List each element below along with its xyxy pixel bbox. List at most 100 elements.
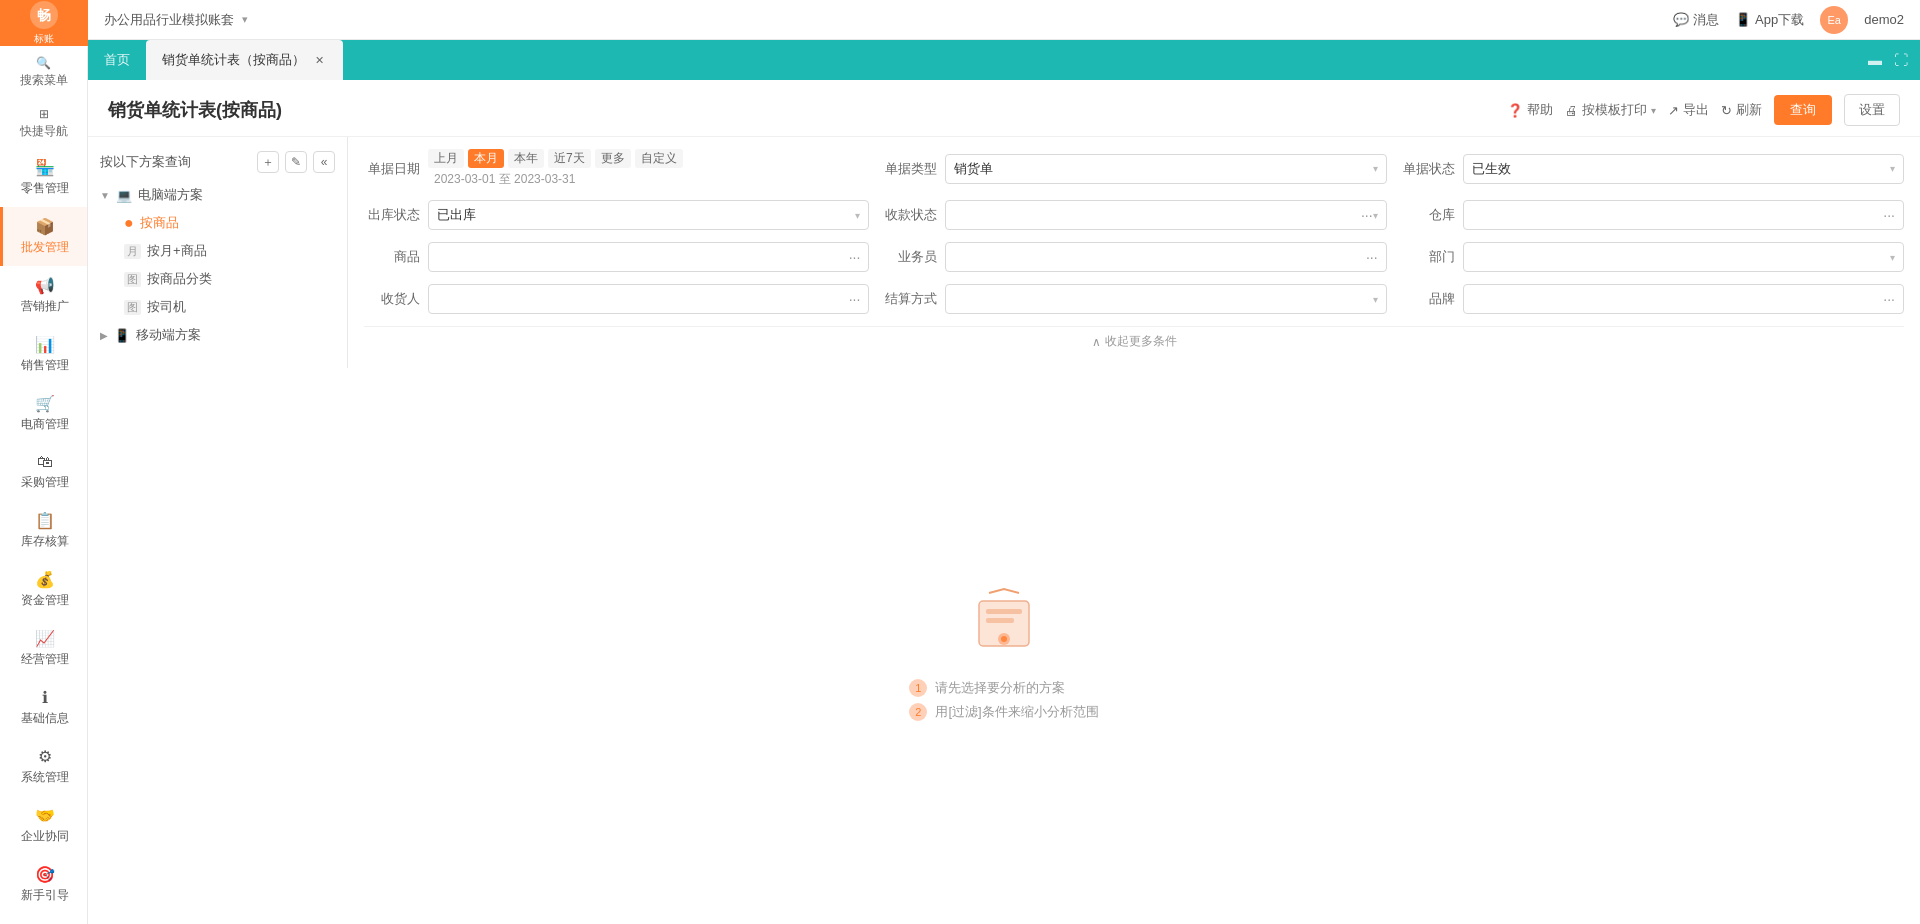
employee-dots-icon[interactable]: ··· [1366, 249, 1378, 265]
sidebar-item-finance[interactable]: 💰 资金管理 [0, 560, 87, 619]
grid-icon: ⊞ [39, 107, 49, 121]
date-range-text: 2023-03-01 至 2023-03-31 [434, 171, 869, 188]
receipt-input[interactable]: ··· ▾ [945, 200, 1386, 230]
doc-status-label: 单据状态 [1399, 160, 1455, 178]
sidebar-item-marketing[interactable]: 📢 营销推广 [0, 266, 87, 325]
tab-home[interactable]: 首页 [88, 40, 146, 80]
date-this-month[interactable]: 本月 [468, 149, 504, 168]
date-custom[interactable]: 自定义 [635, 149, 683, 168]
sidebar-item-guide[interactable]: 🎯 新手引导 [0, 855, 87, 914]
sidebar-item-operation[interactable]: 📈 经营管理 [0, 619, 87, 678]
warehouse-out-field: 出库状态 已出库 ▾ [364, 200, 869, 230]
date-7days[interactable]: 近7天 [548, 149, 591, 168]
tab-bar: 首页 销货单统计表（按商品） ✕ ▬ ⛶ [88, 40, 1920, 80]
export-button[interactable]: ↗ 导出 [1668, 101, 1709, 119]
filter-panel: 按以下方案查询 ＋ ✎ « ▼ 💻 电脑端方案 [88, 137, 1920, 368]
empty-state: 1 请先选择要分析的方案 2 用[过滤]条件来缩小分析范围 [88, 368, 1920, 924]
sidebar-item-basic[interactable]: ℹ 基础信息 [0, 678, 87, 737]
recipient-label: 收货人 [364, 290, 420, 308]
tree-mobile-section[interactable]: ▶ 📱 移动端方案 [96, 321, 339, 349]
sidebar-item-ecommerce[interactable]: 🛒 电商管理 [0, 384, 87, 443]
sidebar-item-retail[interactable]: 🏪 零售管理 [0, 148, 87, 207]
sidebar-item-inventory[interactable]: 📋 库存核算 [0, 501, 87, 560]
product-field: 商品 ··· [364, 242, 869, 272]
sidebar-item-enterprise[interactable]: 🤝 企业协同 [0, 796, 87, 855]
warehouse-out-select[interactable]: 已出库 ▾ [428, 200, 869, 230]
product-label: 商品 [364, 248, 420, 266]
sidebar-item-purchase[interactable]: 🛍 采购管理 [0, 443, 87, 501]
date-label: 单据日期 [364, 160, 420, 178]
tree-item-by-product[interactable]: ● 按商品 [116, 209, 339, 237]
warehouse-dots-icon[interactable]: ··· [1883, 207, 1895, 223]
employee-input[interactable]: ··· [945, 242, 1386, 272]
date-badges: 上月 本月 本年 近7天 更多 自定义 [428, 149, 869, 168]
recipient-input[interactable]: ··· [428, 284, 869, 314]
date-this-year[interactable]: 本年 [508, 149, 544, 168]
sidebar-item-system[interactable]: ⚙ 系统管理 [0, 737, 87, 796]
system-icon: ⚙ [38, 747, 52, 766]
search-menu-button[interactable]: 🔍 搜索菜单 [20, 56, 68, 89]
page-actions: ❓ 帮助 🖨 按模板打印 ▾ ↗ 导出 ↻ 刷新 [1507, 94, 1900, 126]
filter-row-3: 商品 ··· 业务员 ··· [364, 242, 1904, 272]
export-icon: ↗ [1668, 103, 1679, 118]
doc-status-select[interactable]: 已生效 ▾ [1463, 154, 1904, 184]
product-dots-icon[interactable]: ··· [849, 249, 861, 265]
date-last-month[interactable]: 上月 [428, 149, 464, 168]
collapse-sidebar-button[interactable]: « [313, 151, 335, 173]
help-button[interactable]: ❓ 帮助 [1507, 101, 1553, 119]
empty-tip-1: 1 请先选择要分析的方案 [909, 679, 1098, 697]
tree-pc-section[interactable]: ▼ 💻 电脑端方案 [96, 181, 339, 209]
brand-input[interactable]: ··· [1463, 284, 1904, 314]
settlement-select[interactable]: ▾ [945, 284, 1386, 314]
tree-item-by-category[interactable]: 图 按商品分类 [116, 265, 339, 293]
user-avatar[interactable]: Ea [1820, 6, 1848, 34]
print-button[interactable]: 🖨 按模板打印 ▾ [1565, 101, 1656, 119]
sidebar-logo-text: 标账 [34, 32, 54, 46]
product-input[interactable]: ··· [428, 242, 869, 272]
warehouse-out-label: 出库状态 [364, 206, 420, 224]
app-download-button[interactable]: 📱 App下载 [1735, 11, 1804, 29]
tab-close-button[interactable]: ✕ [311, 52, 327, 68]
settlement-label: 结算方式 [881, 290, 937, 308]
filter-row-4: 收货人 ··· 结算方式 ▾ [364, 284, 1904, 314]
doc-type-select[interactable]: 销货单 ▾ [945, 154, 1386, 184]
warehouse-label: 仓库 [1399, 206, 1455, 224]
query-button[interactable]: 查询 [1774, 95, 1832, 125]
collapse-more-button[interactable]: ∧ 收起更多条件 [364, 326, 1904, 356]
tree-item-by-machine[interactable]: 图 按司机 [116, 293, 339, 321]
tip-2-number: 2 [909, 703, 927, 721]
page-wrapper: 销货单统计表(按商品) ❓ 帮助 🖨 按模板打印 ▾ ↗ 导出 [88, 80, 1920, 924]
department-arrow-icon: ▾ [1890, 252, 1895, 263]
finance-icon: 💰 [35, 570, 55, 589]
message-button[interactable]: 💬 消息 [1673, 11, 1719, 29]
shortcut-nav-button[interactable]: ⊞ 快捷导航 [20, 107, 68, 140]
svg-text:畅: 畅 [37, 7, 51, 23]
employee-field: 业务员 ··· [881, 242, 1386, 272]
warehouse-input[interactable]: ··· [1463, 200, 1904, 230]
receipt-dots-icon[interactable]: ··· [1361, 207, 1373, 223]
sidebar-item-appstore[interactable]: 📱 应用中心 [0, 914, 87, 924]
refresh-button[interactable]: ↻ 刷新 [1721, 101, 1762, 119]
sidebar-item-sales[interactable]: 📊 销售管理 [0, 325, 87, 384]
tree-item-by-month-product[interactable]: 月 按月+商品 [116, 237, 339, 265]
receipt-arrow-icon: ▾ [1373, 210, 1378, 221]
industry-label: 办公用品行业模拟账套 [104, 11, 234, 29]
tip-1-number: 1 [909, 679, 927, 697]
sidebar-logo[interactable]: 畅 标账 [0, 0, 88, 46]
page-header: 销货单统计表(按商品) ❓ 帮助 🖨 按模板打印 ▾ ↗ 导出 [88, 80, 1920, 137]
tab-sales-stats[interactable]: 销货单统计表（按商品） ✕ [146, 40, 343, 80]
sidebar-item-wholesale[interactable]: 📦 批发管理 [0, 207, 87, 266]
tab-maximize-button[interactable]: ⛶ [1890, 48, 1912, 72]
department-select[interactable]: ▾ [1463, 242, 1904, 272]
header-left: 办公用品行业模拟账套 ▾ [104, 11, 248, 29]
svg-rect-4 [986, 618, 1014, 623]
brand-dots-icon[interactable]: ··· [1883, 291, 1895, 307]
edit-scheme-button[interactable]: ✎ [285, 151, 307, 173]
date-more[interactable]: 更多 [595, 149, 631, 168]
filter-sidebar-header: 按以下方案查询 ＋ ✎ « [88, 147, 347, 181]
help-icon: ❓ [1507, 103, 1523, 118]
recipient-dots-icon[interactable]: ··· [849, 291, 861, 307]
add-scheme-button[interactable]: ＋ [257, 151, 279, 173]
settings-button[interactable]: 设置 [1844, 94, 1900, 126]
tab-minimize-button[interactable]: ▬ [1864, 48, 1886, 72]
